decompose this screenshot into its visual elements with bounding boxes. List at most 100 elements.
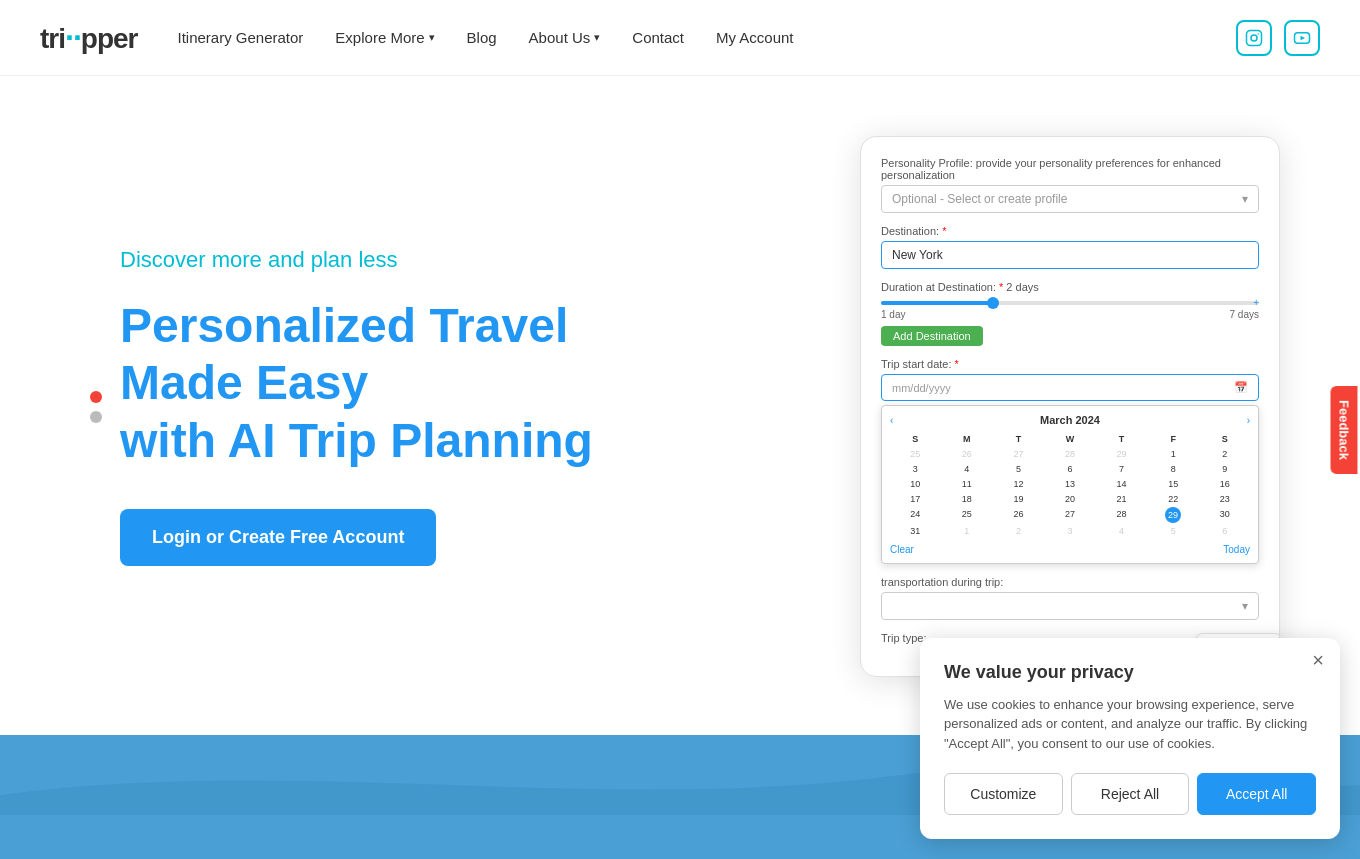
cal-day[interactable]: 23 xyxy=(1199,492,1250,506)
cal-day[interactable]: 3 xyxy=(1045,524,1096,538)
cal-day[interactable]: 19 xyxy=(993,492,1044,506)
transport-label: transportation during trip: xyxy=(881,576,1259,588)
cal-day[interactable]: 2 xyxy=(993,524,1044,538)
nav-left: tri··pper Itinerary Generator Explore Mo… xyxy=(40,21,794,55)
app-preview: Personality Profile: provide your person… xyxy=(860,136,1280,677)
hero-title-line2: with AI Trip Planning xyxy=(120,414,593,467)
slider-max-icon[interactable]: + xyxy=(1253,297,1259,308)
cal-day[interactable]: 5 xyxy=(993,462,1044,476)
calendar-month: March 2024 xyxy=(1040,414,1100,426)
add-destination-button[interactable]: Add Destination xyxy=(881,326,983,346)
cal-day[interactable]: 2 xyxy=(1199,447,1250,461)
svg-point-1 xyxy=(1251,35,1257,41)
cal-day[interactable]: 4 xyxy=(942,462,993,476)
cal-day[interactable]: 5 xyxy=(1148,524,1199,538)
personality-select[interactable]: Optional - Select or create profile ▾ xyxy=(881,185,1259,213)
duration-slider[interactable]: + xyxy=(881,301,1259,305)
cookie-title: We value your privacy xyxy=(944,662,1316,683)
cal-next-button[interactable]: › xyxy=(1247,415,1250,426)
nav-itinerary-generator[interactable]: Itinerary Generator xyxy=(177,29,303,46)
nav-about-us[interactable]: About Us ▾ xyxy=(529,29,601,46)
nav-my-account[interactable]: My Account xyxy=(716,29,794,46)
cal-day[interactable]: 21 xyxy=(1096,492,1147,506)
cookie-close-button[interactable]: × xyxy=(1312,650,1324,670)
cal-clear-button[interactable]: Clear xyxy=(890,544,914,555)
add-destination-field: Add Destination xyxy=(881,326,1259,346)
svg-point-2 xyxy=(1257,33,1259,35)
cal-day[interactable]: 7 xyxy=(1096,462,1147,476)
cal-day[interactable]: 4 xyxy=(1096,524,1147,538)
calendar-grid: S M T W T F S 25 26 27 28 29 1 xyxy=(890,432,1250,538)
cal-header-m: M xyxy=(942,432,993,446)
nav-links: Itinerary Generator Explore More ▾ Blog … xyxy=(177,29,793,46)
cal-day[interactable]: 6 xyxy=(1045,462,1096,476)
cal-day[interactable]: 26 xyxy=(942,447,993,461)
cal-day[interactable]: 11 xyxy=(942,477,993,491)
cal-day[interactable]: 17 xyxy=(890,492,941,506)
logo[interactable]: tri··pper xyxy=(40,21,137,55)
cal-day[interactable]: 3 xyxy=(890,462,941,476)
duration-label: Duration at Destination: * 2 days xyxy=(881,281,1259,293)
destination-input[interactable]: New York xyxy=(881,241,1259,269)
cal-day[interactable]: 26 xyxy=(993,507,1044,523)
nav-blog[interactable]: Blog xyxy=(467,29,497,46)
hero-dot-active xyxy=(90,391,102,403)
cal-day[interactable]: 24 xyxy=(890,507,941,523)
cal-today-button[interactable]: Today xyxy=(1223,544,1250,555)
logo-text: tri··pper xyxy=(40,21,137,55)
transport-select[interactable]: ▾ xyxy=(881,592,1259,620)
cal-header-th: T xyxy=(1096,432,1147,446)
logo-dots-icon: ·· xyxy=(65,19,81,55)
cal-header-t: T xyxy=(993,432,1044,446)
cal-day[interactable]: 8 xyxy=(1148,462,1199,476)
cta-login-button[interactable]: Login or Create Free Account xyxy=(120,509,436,566)
nav-social xyxy=(1236,20,1320,56)
cal-day[interactable]: 30 xyxy=(1199,507,1250,523)
cal-day[interactable]: 31 xyxy=(890,524,941,538)
cal-day[interactable]: 14 xyxy=(1096,477,1147,491)
hero-title: Personalized Travel Made Easy with AI Tr… xyxy=(120,297,620,470)
cookie-customize-button[interactable]: Customize xyxy=(944,773,1063,815)
transport-chevron-icon: ▾ xyxy=(1242,599,1248,613)
cal-day[interactable]: 20 xyxy=(1045,492,1096,506)
cal-day[interactable]: 15 xyxy=(1148,477,1199,491)
trip-start-field: Trip start date: * mm/dd/yyyy 📅 ‹ March … xyxy=(881,358,1259,564)
cal-day[interactable]: 9 xyxy=(1199,462,1250,476)
cal-day-today[interactable]: 29 xyxy=(1165,507,1181,523)
cal-day[interactable]: 1 xyxy=(942,524,993,538)
cal-day[interactable]: 29 xyxy=(1096,447,1147,461)
cal-day[interactable]: 18 xyxy=(942,492,993,506)
calendar-popup: ‹ March 2024 › S M T W T F S 25 2 xyxy=(881,405,1259,564)
personality-field: Personality Profile: provide your person… xyxy=(881,157,1259,213)
date-input[interactable]: mm/dd/yyyy 📅 xyxy=(881,374,1259,401)
feedback-sidebar-tab[interactable]: Feedback xyxy=(1331,386,1358,474)
nav-contact[interactable]: Contact xyxy=(632,29,684,46)
cal-day[interactable]: 28 xyxy=(1045,447,1096,461)
cal-day[interactable]: 12 xyxy=(993,477,1044,491)
cal-day[interactable]: 27 xyxy=(1045,507,1096,523)
cal-header-s: S xyxy=(890,432,941,446)
calendar-footer: Clear Today xyxy=(890,544,1250,555)
slider-thumb[interactable] xyxy=(987,297,999,309)
cal-prev-button[interactable]: ‹ xyxy=(890,415,893,426)
slider-fill xyxy=(881,301,994,305)
instagram-icon[interactable] xyxy=(1236,20,1272,56)
cal-day[interactable]: 13 xyxy=(1045,477,1096,491)
nav-explore-more[interactable]: Explore More ▾ xyxy=(335,29,434,46)
cal-day[interactable]: 6 xyxy=(1199,524,1250,538)
cal-day[interactable]: 16 xyxy=(1199,477,1250,491)
cal-day[interactable]: 25 xyxy=(890,447,941,461)
svg-rect-0 xyxy=(1247,30,1262,45)
svg-marker-4 xyxy=(1301,35,1306,40)
cal-day[interactable]: 10 xyxy=(890,477,941,491)
cal-header-w: W xyxy=(1045,432,1096,446)
cal-day[interactable]: 1 xyxy=(1148,447,1199,461)
cal-day[interactable]: 25 xyxy=(942,507,993,523)
cal-day[interactable]: 22 xyxy=(1148,492,1199,506)
youtube-icon[interactable] xyxy=(1284,20,1320,56)
cal-day[interactable]: 28 xyxy=(1096,507,1147,523)
transport-field: transportation during trip: ▾ xyxy=(881,576,1259,620)
cookie-accept-button[interactable]: Accept All xyxy=(1197,773,1316,815)
cal-day[interactable]: 27 xyxy=(993,447,1044,461)
cookie-reject-button[interactable]: Reject All xyxy=(1071,773,1190,815)
